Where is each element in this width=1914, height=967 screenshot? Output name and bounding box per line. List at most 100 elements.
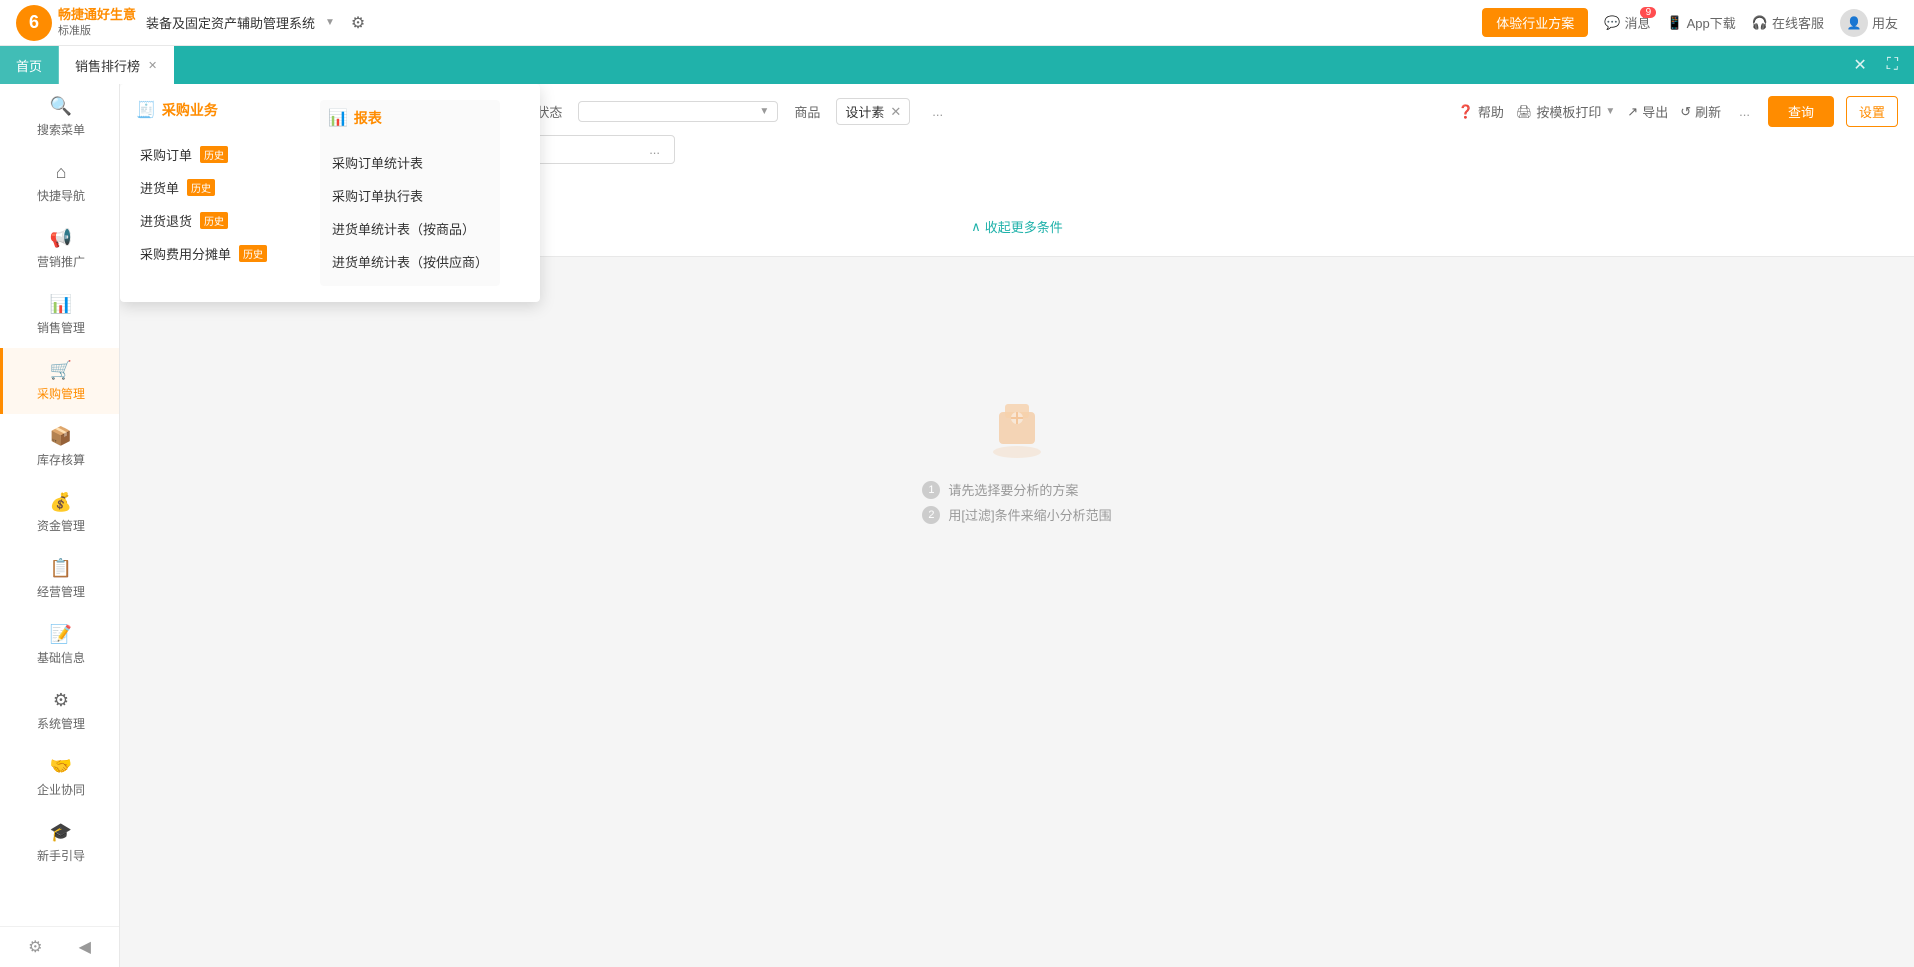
- empty-state: 1 请先选择要分析的方案 2 用[过滤]条件来缩小分析范围: [120, 257, 1914, 657]
- logo-icon: 6: [16, 5, 52, 41]
- print-button[interactable]: 🖨 按模板打印 ▼: [1516, 102, 1615, 121]
- app-download-item[interactable]: 📱 App下载: [1666, 13, 1735, 32]
- salesperson-ellipsis-icon[interactable]: ...: [643, 140, 666, 159]
- search-icon: 🔍: [50, 96, 72, 117]
- empty-hint-1: 1 请先选择要分析的方案: [922, 480, 1111, 499]
- dropdown-col-reports: 📊 报表 采购订单统计表 采购订单执行表 进货单统计表（按商品） 进货单统计表（…: [320, 100, 500, 286]
- help-icon: ❓: [1458, 104, 1474, 120]
- dropdown-item-purchase-order[interactable]: 采购订单 历史: [136, 138, 296, 171]
- export-button[interactable]: ↗ 导出: [1627, 102, 1668, 121]
- topbar-settings-icon[interactable]: ⚙: [347, 9, 369, 37]
- dropdown-item-report-1[interactable]: 采购订单统计表: [328, 146, 492, 179]
- sidebar-nav: 🔍 搜索菜单 ⌂ 快捷导航 📢 营销推广 📊 销售管理 🛒 采购管理 📦: [0, 84, 119, 926]
- logo-area: 6 畅捷通好生意 标准版: [16, 5, 136, 41]
- marketing-icon: 📢: [50, 228, 72, 249]
- main-layout: 🔍 搜索菜单 ⌂ 快捷导航 📢 营销推广 📊 销售管理 🛒 采购管理 📦: [0, 84, 1914, 967]
- toolbar-right: ❓ 帮助 🖨 按模板打印 ▼ ↗ 导出 ↺ 刷新: [1458, 96, 1898, 127]
- dropdown-col-purchase: 🧾 采购业务 采购订单 历史 进货单 历史 进货退货 历史 采购费用分摊单: [136, 100, 296, 286]
- history-badge-2: 历史: [200, 212, 228, 229]
- goods-tag[interactable]: 设计素 ✕: [836, 98, 910, 125]
- guide-icon: 🎓: [50, 822, 72, 843]
- tabs-bar: 首页 销售排行榜 ✕ ✕ ⛶: [0, 46, 1914, 84]
- bill-status-select[interactable]: ▼: [578, 101, 778, 122]
- help-button[interactable]: ❓ 帮助: [1458, 102, 1504, 121]
- history-badge-3: 历史: [239, 245, 267, 262]
- sidebar-settings-button[interactable]: ⚙: [28, 937, 42, 957]
- headset-icon: 🎧: [1752, 15, 1768, 31]
- industry-button[interactable]: 体验行业方案: [1482, 8, 1588, 37]
- history-badge-0: 历史: [200, 146, 228, 163]
- history-badge-1: 历史: [187, 179, 215, 196]
- user-item[interactable]: 👤 用友: [1840, 9, 1898, 37]
- tab-expand-button[interactable]: ⛶: [1881, 54, 1904, 76]
- print-icon: 🖨: [1516, 104, 1533, 120]
- sidebar-item-enterprise[interactable]: 🤝 企业协同: [0, 744, 119, 810]
- finance-icon: 💰: [50, 492, 72, 513]
- tab-close-icon[interactable]: ✕: [148, 59, 157, 72]
- inventory-icon: 📦: [50, 426, 72, 447]
- dropdown-item-return[interactable]: 进货退货 历史: [136, 204, 296, 237]
- tabs-end-actions: ✕ ⛶: [1847, 53, 1914, 77]
- sidebar: 🔍 搜索菜单 ⌂ 快捷导航 📢 营销推广 📊 销售管理 🛒 采购管理 📦: [0, 84, 120, 967]
- sidebar-item-system[interactable]: ⚙ 系统管理: [0, 678, 119, 744]
- topbar: 6 畅捷通好生意 标准版 装备及固定资产辅助管理系统 ▼ ⚙ 体验行业方案 💬 …: [0, 0, 1914, 46]
- purchase-icon: 🛒: [50, 360, 72, 381]
- query-button[interactable]: 查询: [1768, 96, 1834, 127]
- toolbar-ellipsis-button[interactable]: ...: [1733, 102, 1756, 121]
- dropdown-item-incoming[interactable]: 进货单 历史: [136, 171, 296, 204]
- system-name: 装备及固定资产辅助管理系统 ▼ ⚙: [136, 9, 1482, 37]
- sidebar-item-finance[interactable]: 💰 资金管理: [0, 480, 119, 546]
- goods-ellipsis-button[interactable]: ...: [926, 102, 949, 121]
- topbar-actions: 体验行业方案 💬 消息 9 📱 App下载 🎧 在线客服 👤 用友: [1482, 8, 1898, 37]
- sales-icon: 📊: [50, 294, 72, 315]
- sidebar-item-purchase[interactable]: 🛒 采购管理: [0, 348, 119, 414]
- avatar: 👤: [1840, 9, 1868, 37]
- goods-tag-remove-icon[interactable]: ✕: [890, 104, 901, 120]
- bill-status-chevron-icon: ▼: [759, 106, 769, 117]
- sidebar-item-inventory[interactable]: 📦 库存核算: [0, 414, 119, 480]
- tab-close-all-button[interactable]: ✕: [1847, 53, 1872, 77]
- refresh-icon: ↺: [1680, 104, 1691, 120]
- tab-home[interactable]: 首页: [0, 46, 59, 84]
- sidebar-item-guide[interactable]: 🎓 新手引导: [0, 810, 119, 876]
- logo-text: 畅捷通好生意 标准版: [58, 7, 136, 38]
- empty-illustration: [977, 384, 1057, 464]
- mobile-icon: 📱: [1666, 15, 1682, 31]
- empty-hints: 1 请先选择要分析的方案 2 用[过滤]条件来缩小分析范围: [922, 480, 1111, 530]
- dropdown-col-purchase-title: 🧾 采购业务: [136, 100, 296, 126]
- dropdown-menu: 🧾 采购业务 采购订单 历史 进货单 历史 进货退货 历史 采购费用分摊单: [120, 84, 540, 302]
- content-area: 近7天 更多 自定义 ~ 单据状态 ▼ 商品 设计素 ✕ ...: [120, 84, 1914, 967]
- purchase-col-icon: 🧾: [136, 100, 156, 120]
- tab-sales-ranking[interactable]: 销售排行榜 ✕: [59, 46, 174, 84]
- home-icon: ⌂: [56, 162, 67, 183]
- notification-badge: 9: [1640, 7, 1656, 18]
- notifications-item[interactable]: 💬 消息 9: [1604, 13, 1650, 32]
- sidebar-footer: ⚙ ◀: [0, 926, 119, 967]
- system-icon: ⚙: [53, 690, 69, 711]
- dropdown-item-report-3[interactable]: 进货单统计表（按商品）: [328, 212, 492, 245]
- base-info-icon: 📝: [50, 624, 72, 645]
- sidebar-item-base-info[interactable]: 📝 基础信息: [0, 612, 119, 678]
- dropdown-item-expense[interactable]: 采购费用分摊单 历史: [136, 237, 296, 270]
- system-chevron-icon[interactable]: ▼: [325, 17, 335, 28]
- online-service-item[interactable]: 🎧 在线客服: [1752, 13, 1824, 32]
- topbar-icon-group: 💬 消息 9 📱 App下载 🎧 在线客服 👤 用友: [1604, 9, 1898, 37]
- sidebar-item-quicknav[interactable]: ⌂ 快捷导航: [0, 150, 119, 216]
- collapse-up-icon: ∧: [971, 219, 981, 235]
- sidebar-item-marketing[interactable]: 📢 营销推广: [0, 216, 119, 282]
- settings-button[interactable]: 设置: [1846, 96, 1898, 127]
- operations-icon: 📋: [50, 558, 72, 579]
- export-icon: ↗: [1627, 104, 1638, 120]
- goods-label: 商品: [794, 102, 820, 121]
- refresh-button[interactable]: ↺ 刷新: [1680, 102, 1721, 121]
- sidebar-item-search[interactable]: 🔍 搜索菜单: [0, 84, 119, 150]
- sidebar-collapse-button[interactable]: ◀: [79, 937, 91, 957]
- print-chevron-icon: ▼: [1605, 106, 1615, 117]
- reports-col-icon: 📊: [328, 108, 348, 128]
- empty-hint-2: 2 用[过滤]条件来缩小分析范围: [922, 505, 1111, 524]
- dropdown-item-report-2[interactable]: 采购订单执行表: [328, 179, 492, 212]
- dropdown-col-reports-title: 📊 报表: [328, 108, 492, 134]
- dropdown-item-report-4[interactable]: 进货单统计表（按供应商）: [328, 245, 492, 278]
- sidebar-item-sales[interactable]: 📊 销售管理: [0, 282, 119, 348]
- sidebar-item-operations[interactable]: 📋 经营管理: [0, 546, 119, 612]
